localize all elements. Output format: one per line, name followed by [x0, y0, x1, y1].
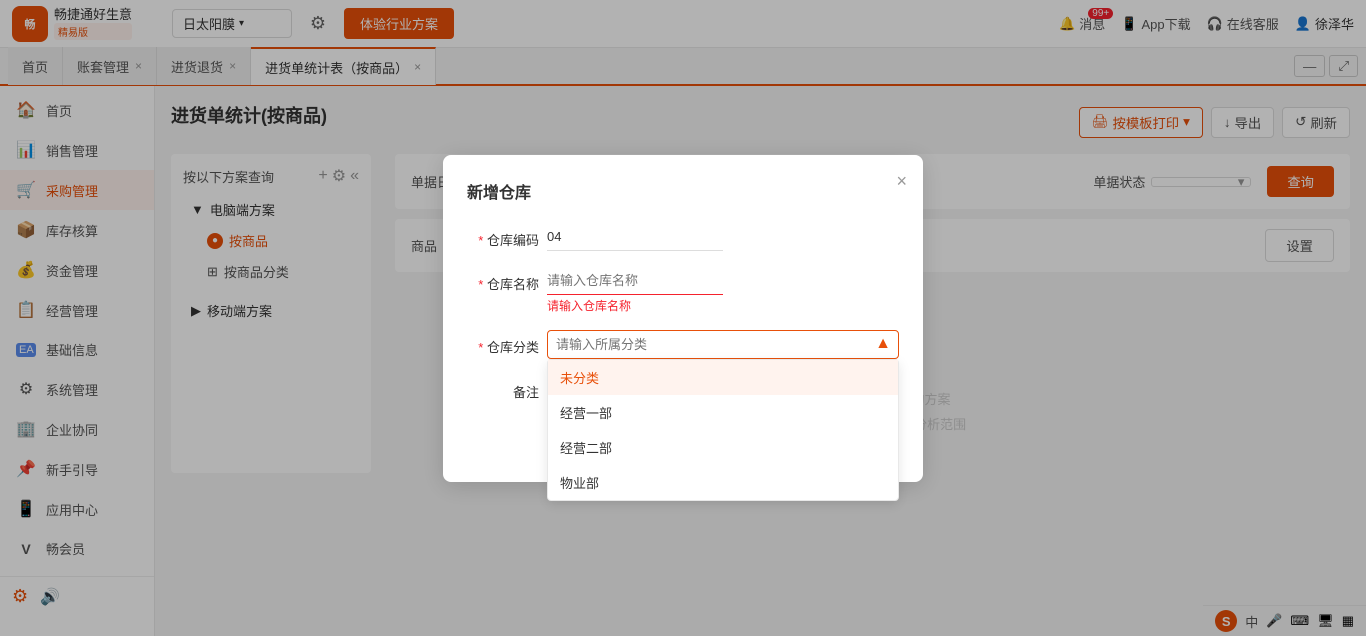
form-row-code: * 仓库编码	[467, 223, 899, 251]
modal-close-button[interactable]: ×	[896, 171, 907, 192]
modal-overlay: 新增仓库 × * 仓库编码 * 仓库名称 请输入仓库名称	[0, 0, 1366, 636]
dropdown-item-dept1[interactable]: 经营一部	[548, 395, 898, 430]
form-row-name: * 仓库名称 请输入仓库名称	[467, 267, 899, 314]
name-error-msg: 请输入仓库名称	[547, 297, 899, 314]
category-label: * 仓库分类	[467, 330, 547, 356]
code-label: * 仓库编码	[467, 223, 547, 249]
dropdown-item-property[interactable]: 物业部	[548, 465, 898, 500]
name-label: * 仓库名称	[467, 267, 547, 293]
dropdown-item-dept2[interactable]: 经营二部	[548, 430, 898, 465]
category-dropdown-wrapper: ▲ 未分类 经营一部 经营二部 物业部	[547, 330, 899, 359]
note-label: 备注	[467, 375, 547, 401]
new-warehouse-modal: 新增仓库 × * 仓库编码 * 仓库名称 请输入仓库名称	[443, 155, 923, 482]
code-required-star: *	[478, 233, 483, 248]
category-input[interactable]	[547, 330, 899, 359]
name-input-wrapper: 请输入仓库名称	[547, 267, 899, 314]
category-dropdown-list: 未分类 经营一部 经营二部 物业部	[547, 359, 899, 501]
category-required-star: *	[478, 340, 483, 355]
modal-title: 新增仓库	[467, 179, 899, 203]
dropdown-item-uncategorized[interactable]: 未分类	[548, 360, 898, 395]
name-required-star: *	[478, 277, 483, 292]
name-input[interactable]	[547, 267, 723, 295]
code-input-wrapper	[547, 223, 899, 251]
code-input[interactable]	[547, 223, 723, 251]
form-row-category: * 仓库分类 ▲ 未分类 经营一部 经营二部 物业部	[467, 330, 899, 359]
category-chevron-icon[interactable]: ▲	[875, 335, 891, 353]
